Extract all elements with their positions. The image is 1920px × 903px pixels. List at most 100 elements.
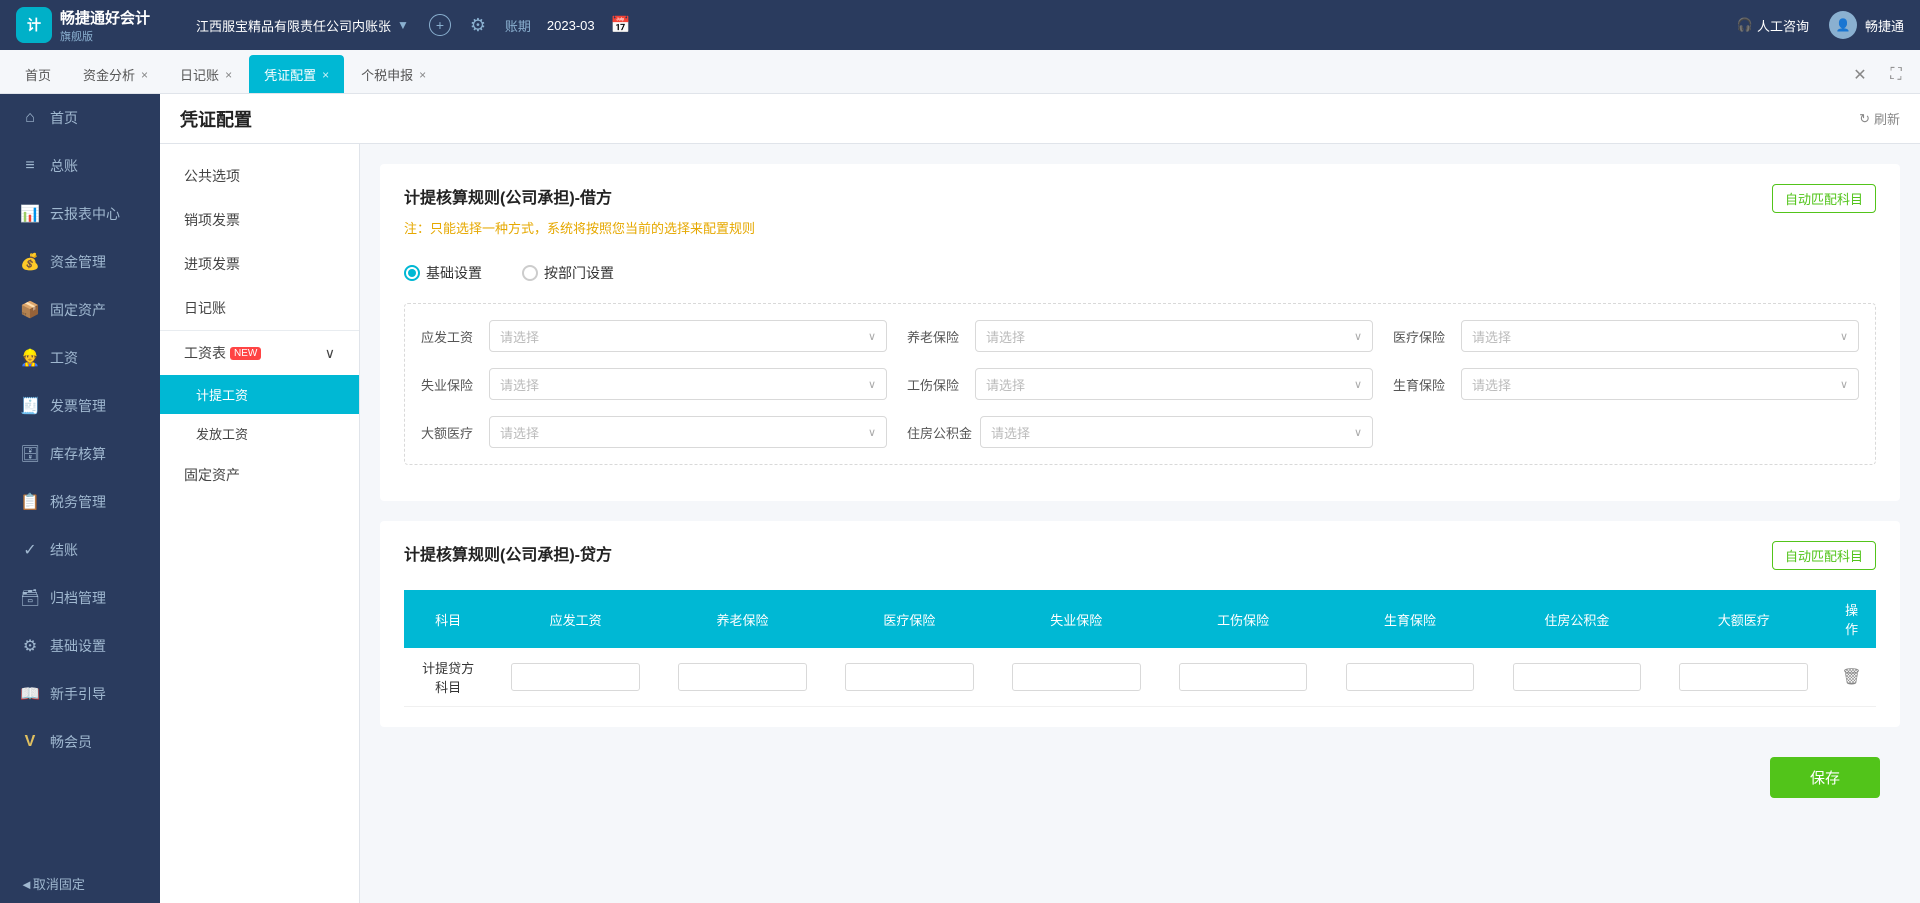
invoice-icon: 🧾 (20, 396, 40, 416)
sidebar-item-cloud-reports[interactable]: 📊 云报表中心 (0, 190, 160, 238)
row-label: 计提贷方科目 (404, 648, 492, 707)
select-major-medical[interactable]: 请选择 ∨ (489, 416, 887, 448)
tab-tax-report[interactable]: 个税申报 × (346, 55, 441, 93)
select-work-injury[interactable]: 请选择 ∨ (975, 368, 1373, 400)
nav-item-fixed-assets[interactable]: 固定资产 (160, 453, 359, 497)
calendar-icon[interactable]: 📅 (611, 15, 631, 35)
select-should-pay-wage[interactable]: 请选择 ∨ (489, 320, 887, 352)
vip-icon: V (20, 733, 40, 751)
nav-group-payroll-label: 工资表 (184, 343, 226, 363)
company-name: 江西服宝精品有限责任公司内账张 (196, 16, 391, 35)
nav-sub-item-distribution[interactable]: 发放工资 (160, 414, 359, 453)
sidebar-item-capital[interactable]: 💰 资金管理 (0, 238, 160, 286)
select-maternity[interactable]: 请选择 ∨ (1461, 368, 1859, 400)
sidebar-item-invoice[interactable]: 🧾 发票管理 (0, 382, 160, 430)
col-medical: 医疗保险 (826, 590, 993, 648)
user-area[interactable]: 👤 畅捷通 (1829, 11, 1904, 39)
top-bar-center: + ⚙ 账期 2023-03 📅 (429, 14, 631, 36)
right-content: 计提核算规则(公司承担)-借方 注：只能选择一种方式，系统将按照您当前的选择来配… (360, 144, 1920, 903)
sidebar-item-general-ledger[interactable]: ≡ 总账 (0, 142, 160, 190)
guide-icon: 📖 (20, 684, 40, 704)
nav-sub-item-accrual[interactable]: 计提工资 (160, 375, 359, 414)
cell-maternity (1327, 648, 1494, 707)
debit-form-section: 应发工资 请选择 ∨ 养老保险 请选择 ∨ (404, 303, 1876, 465)
input-work-injury[interactable] (1179, 663, 1308, 691)
left-nav: 公共选项 销项发票 进项发票 日记账 工资表 NEW ∨ 计提工资 发放工资 固… (160, 144, 360, 903)
add-button[interactable]: + (429, 14, 451, 36)
refresh-button[interactable]: ↻ 刷新 (1859, 109, 1900, 128)
select-unemployment[interactable]: 请选择 ∨ (489, 368, 887, 400)
radio-basic-settings[interactable]: 基础设置 (404, 263, 482, 283)
tab-voucher-config[interactable]: 凭证配置 × (249, 55, 344, 93)
field-pension: 养老保险 请选择 ∨ (907, 320, 1373, 352)
nav-item-sales-invoice[interactable]: 销项发票 (160, 198, 359, 242)
archive-icon: 🗃 (20, 588, 40, 608)
debit-section-card: 计提核算规则(公司承担)-借方 注：只能选择一种方式，系统将按照您当前的选择来配… (380, 164, 1900, 501)
close-tab-voucher-config[interactable]: × (322, 68, 329, 82)
user-avatar: 👤 (1829, 11, 1857, 39)
close-tab-journal[interactable]: × (225, 68, 232, 82)
select-housing-fund[interactable]: 请选择 ∨ (980, 416, 1373, 448)
input-medical[interactable] (845, 663, 974, 691)
debit-section-title: 计提核算规则(公司承担)-借方 (404, 184, 755, 208)
debit-section-note: 注：只能选择一种方式，系统将按照您当前的选择来配置规则 (404, 218, 755, 237)
sidebar-item-basic-settings[interactable]: ⚙ 基础设置 (0, 622, 160, 670)
save-button[interactable]: 保存 (1770, 757, 1880, 798)
close-all-tabs-button[interactable]: ✕ (1846, 61, 1874, 89)
tab-capital-analysis[interactable]: 资金分析 × (68, 55, 163, 93)
nav-item-purchase-invoice[interactable]: 进项发票 (160, 242, 359, 286)
nav-item-public[interactable]: 公共选项 (160, 154, 359, 198)
sidebar-item-home[interactable]: ⌂ 首页 (0, 94, 160, 142)
tab-journal[interactable]: 日记账 × (165, 55, 247, 93)
sidebar-item-inventory[interactable]: 🗄 库存核算 (0, 430, 160, 478)
radio-department-settings[interactable]: 按部门设置 (522, 263, 614, 283)
close-tab-tax-report[interactable]: × (419, 68, 426, 82)
input-maternity[interactable] (1346, 663, 1475, 691)
table-row: 计提贷方科目 🗑 (404, 648, 1876, 707)
input-unemployment[interactable] (1012, 663, 1141, 691)
field-medical: 医疗保险 请选择 ∨ (1393, 320, 1859, 352)
page-header: 凭证配置 ↻ 刷新 (160, 94, 1920, 144)
input-pension[interactable] (678, 663, 807, 691)
input-major-medical[interactable] (1679, 663, 1808, 691)
col-should-pay: 应发工资 (492, 590, 659, 648)
delete-row-button[interactable]: 🗑 (1841, 669, 1861, 686)
sidebar-unpin-button[interactable]: ◄取消固定 (0, 864, 160, 903)
radio-department-settings-circle (522, 265, 538, 281)
credit-section-card: 计提核算规则(公司承担)-贷方 自动匹配科目 科目 应发工资 养老保险 医疗保险… (380, 521, 1900, 727)
new-badge: NEW (230, 347, 261, 360)
close-tab-capital-analysis[interactable]: × (141, 68, 148, 82)
chevron-down-icon-7: ∨ (868, 426, 876, 439)
sidebar-item-archive[interactable]: 🗃 归档管理 (0, 574, 160, 622)
cell-unemployment (993, 648, 1160, 707)
credit-table: 科目 应发工资 养老保险 医疗保险 失业保险 工伤保险 生育保险 住房公积金 大… (404, 590, 1876, 707)
service-button[interactable]: 🎧 人工咨询 (1737, 16, 1809, 35)
nav-item-journal[interactable]: 日记账 (160, 286, 359, 330)
cell-should-pay (492, 648, 659, 707)
select-medical[interactable]: 请选择 ∨ (1461, 320, 1859, 352)
sidebar-item-vip[interactable]: V 畅会员 (0, 718, 160, 766)
field-maternity: 生育保险 请选择 ∨ (1393, 368, 1859, 400)
input-should-pay[interactable] (511, 663, 640, 691)
debit-auto-match-button[interactable]: 自动匹配科目 (1772, 184, 1876, 213)
main-layout: ⌂ 首页 ≡ 总账 📊 云报表中心 💰 资金管理 📦 固定资产 👷 工资 🧾 发… (0, 94, 1920, 903)
tab-home[interactable]: 首页 (10, 55, 66, 93)
credit-auto-match-button[interactable]: 自动匹配科目 (1772, 541, 1876, 570)
nav-group-payroll-header[interactable]: 工资表 NEW ∨ (160, 331, 359, 375)
sidebar-item-closing[interactable]: ✓ 结账 (0, 526, 160, 574)
sidebar-item-fixed-assets[interactable]: 📦 固定资产 (0, 286, 160, 334)
select-pension[interactable]: 请选择 ∨ (975, 320, 1373, 352)
input-housing[interactable] (1513, 663, 1642, 691)
period-label: 账期 (505, 16, 531, 35)
payroll-icon: 👷 (20, 348, 40, 368)
settings-icon[interactable]: ⚙ (467, 14, 489, 36)
sidebar-item-tax[interactable]: 📋 税务管理 (0, 478, 160, 526)
sidebar-item-payroll[interactable]: 👷 工资 (0, 334, 160, 382)
expand-button[interactable]: ⛶ (1882, 61, 1910, 89)
chevron-down-icon: ∨ (868, 330, 876, 343)
debit-form-row3: 大额医疗 请选择 ∨ 住房公积金 请选择 ∨ (421, 416, 1859, 448)
sidebar-item-guide[interactable]: 📖 新手引导 (0, 670, 160, 718)
headset-icon: 🎧 (1737, 17, 1753, 33)
nav-group-payroll: 工资表 NEW ∨ 计提工资 发放工资 (160, 330, 359, 453)
company-selector[interactable]: 江西服宝精品有限责任公司内账张 ▼ (196, 16, 409, 35)
